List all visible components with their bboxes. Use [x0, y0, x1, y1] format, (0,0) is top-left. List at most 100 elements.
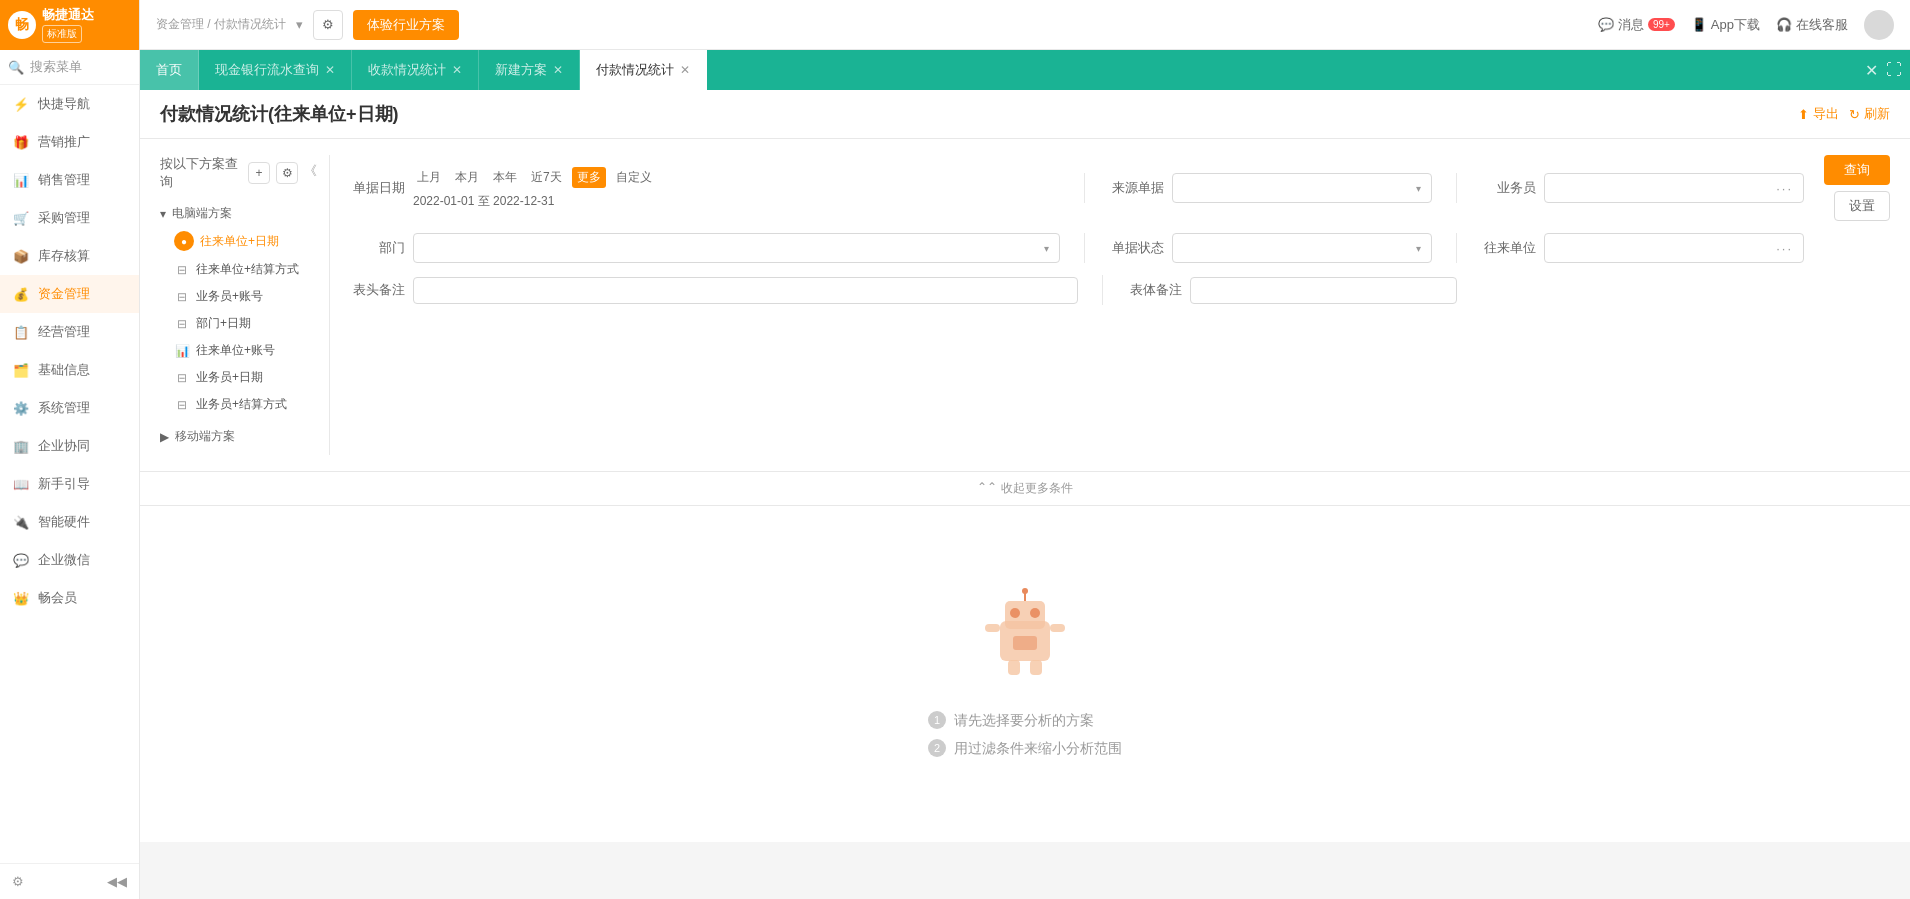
sidebar-item-member[interactable]: 👑 畅会员 [0, 579, 139, 617]
date-btn-this-month[interactable]: 本月 [451, 167, 483, 188]
scheme-settings-btn[interactable]: ⚙ [276, 162, 298, 184]
sidebar-item-purchase[interactable]: 🛒 采购管理 [0, 199, 139, 237]
refresh-button[interactable]: ↻ 刷新 [1849, 105, 1890, 123]
scheme-table-icon: ⊟ [174, 289, 190, 305]
sidebar-item-guide[interactable]: 📖 新手引导 [0, 465, 139, 503]
tab-fullscreen-btn[interactable]: ⛶ [1886, 61, 1902, 79]
app-download-item[interactable]: 📱 App下载 [1691, 16, 1760, 34]
scheme-active-icon: ● [174, 231, 194, 251]
query-button[interactable]: 查询 [1824, 155, 1890, 185]
scheme-item-label: 业务员+日期 [196, 369, 263, 386]
date-btn-more[interactable]: 更多 [572, 167, 606, 188]
empty-tip-2: 2 用过滤条件来缩小分析范围 [928, 734, 1122, 762]
export-button[interactable]: ⬆ 导出 [1798, 105, 1839, 123]
scheme-item-sales-date[interactable]: ⊟ 业务员+日期 [168, 364, 317, 391]
filter-source-select[interactable]: ▾ [1172, 173, 1432, 203]
filter-partner-label: 往来单位 [1481, 239, 1536, 257]
tab-bank-flow-label: 现金银行流水查询 [215, 61, 319, 79]
filter-header-note-input[interactable] [413, 277, 1078, 304]
sidebar-item-label: 企业协同 [38, 437, 90, 455]
filter-partner-select[interactable]: ··· [1544, 233, 1804, 263]
collapse-bar[interactable]: ⌃⌃ 收起更多条件 [140, 472, 1910, 506]
sidebar-item-system[interactable]: ⚙️ 系统管理 [0, 389, 139, 427]
sidebar-item-label: 经营管理 [38, 323, 90, 341]
scheme-item-partner-settle[interactable]: ⊟ 往来单位+结算方式 [168, 256, 317, 283]
scheme-item-label: 业务员+结算方式 [196, 396, 287, 413]
tab-close-all-btn[interactable]: ✕ [1865, 61, 1878, 80]
user-avatar[interactable] [1864, 10, 1894, 40]
scheme-header-title: 按以下方案查询 [160, 155, 248, 191]
filter-docstatus-select[interactable]: ▾ [1172, 233, 1432, 263]
scheme-group-desktop-title[interactable]: ▾ 电脑端方案 [160, 201, 317, 226]
tab-payments-close[interactable]: ✕ [680, 63, 690, 77]
tab-bar-end: ✕ ⛶ [1865, 50, 1910, 90]
footer-settings-icon[interactable]: ⚙ [12, 874, 24, 889]
search-menu[interactable]: 🔍 搜索菜单 [0, 50, 139, 85]
scheme-item-sales-settle[interactable]: ⊟ 业务员+结算方式 [168, 391, 317, 418]
sidebar-item-marketing[interactable]: 🎁 营销推广 [0, 123, 139, 161]
messages-label: 消息 [1618, 16, 1644, 34]
tab-receipts-label: 收款情况统计 [368, 61, 446, 79]
tab-new-scheme-label: 新建方案 [495, 61, 547, 79]
sidebar-item-operations[interactable]: 📋 经营管理 [0, 313, 139, 351]
sidebar-item-sales[interactable]: 📊 销售管理 [0, 161, 139, 199]
tab-receipts-close[interactable]: ✕ [452, 63, 462, 77]
sidebar-item-enterprise[interactable]: 🏢 企业协同 [0, 427, 139, 465]
scheme-list-desktop: ● 往来单位+日期 ⊟ 往来单位+结算方式 ⊟ 业务员+账号 ⊟ [160, 226, 317, 418]
sidebar-item-label: 采购管理 [38, 209, 90, 227]
settings-button[interactable]: 设置 [1834, 191, 1890, 221]
scheme-item-dept-date[interactable]: ⊟ 部门+日期 [168, 310, 317, 337]
tab-payments[interactable]: 付款情况统计 ✕ [580, 50, 707, 90]
filter-salesperson-item: 业务员 ··· [1481, 173, 1804, 203]
date-btn-last-month[interactable]: 上月 [413, 167, 445, 188]
sidebar-item-weixin[interactable]: 💬 企业微信 [0, 541, 139, 579]
messages-item[interactable]: 💬 消息 99+ [1598, 16, 1675, 34]
tab-bank-flow-close[interactable]: ✕ [325, 63, 335, 77]
search-label: 搜索菜单 [30, 58, 82, 76]
tab-bar: 首页 现金银行流水查询 ✕ 收款情况统计 ✕ 新建方案 ✕ 付款情况统计 ✕ ✕… [140, 50, 1910, 90]
tab-new-scheme-close[interactable]: ✕ [553, 63, 563, 77]
filter-sep-2 [1456, 173, 1457, 203]
filter-salesperson-select[interactable]: ··· [1544, 173, 1804, 203]
sidebar-item-label: 营销推广 [38, 133, 90, 151]
collapse-label: 收起更多条件 [1001, 480, 1073, 497]
empty-illustration [975, 586, 1075, 686]
date-btn-7days[interactable]: 近7天 [527, 167, 566, 188]
sidebar-item-label: 资金管理 [38, 285, 90, 303]
scheme-group-mobile-title[interactable]: ▶ 移动端方案 [160, 424, 317, 449]
search-icon: 🔍 [8, 60, 24, 75]
scheme-collapse-btn[interactable]: 《 [304, 162, 317, 184]
scheme-item-partner-date[interactable]: ● 往来单位+日期 [168, 226, 317, 256]
sidebar-item-inventory[interactable]: 📦 库存核算 [0, 237, 139, 275]
scheme-item-label: 往来单位+结算方式 [196, 261, 299, 278]
sidebar-item-label: 智能硬件 [38, 513, 90, 531]
tab-payments-label: 付款情况统计 [596, 61, 674, 79]
filter-dept-select[interactable]: ▾ [413, 233, 1060, 263]
tab-receipts[interactable]: 收款情况统计 ✕ [352, 50, 479, 90]
scheme-panel: 按以下方案查询 + ⚙ 《 ▾ 电脑端方案 ● 往来 [160, 155, 330, 455]
tab-home[interactable]: 首页 [140, 50, 199, 90]
refresh-icon: ↻ [1849, 107, 1860, 122]
scheme-item-partner-account[interactable]: 📊 往来单位+账号 [168, 337, 317, 364]
scheme-item-sales-account[interactable]: ⊟ 业务员+账号 [168, 283, 317, 310]
tab-bank-flow[interactable]: 现金银行流水查询 ✕ [199, 50, 352, 90]
scheme-group-desktop: ▾ 电脑端方案 ● 往来单位+日期 ⊟ 往来单位+结算方式 ⊟ [160, 201, 317, 418]
settings-btn[interactable]: ⚙ [313, 10, 343, 40]
date-btn-custom[interactable]: 自定义 [612, 167, 656, 188]
industry-scheme-button[interactable]: 体验行业方案 [353, 10, 459, 40]
filter-body-note-input[interactable] [1190, 277, 1458, 304]
system-icon: ⚙️ [12, 399, 30, 417]
sidebar-collapse-btn[interactable]: ◀◀ [107, 874, 127, 889]
sidebar-item-quick-nav[interactable]: ⚡ 快捷导航 [0, 85, 139, 123]
online-service-item[interactable]: 🎧 在线客服 [1776, 16, 1848, 34]
sidebar-item-smart[interactable]: 🔌 智能硬件 [0, 503, 139, 541]
breadcrumb-dropdown-icon[interactable]: ▾ [296, 17, 303, 32]
scheme-group-desktop-label: 电脑端方案 [172, 205, 232, 222]
sidebar-item-basic[interactable]: 🗂️ 基础信息 [0, 351, 139, 389]
tab-new-scheme[interactable]: 新建方案 ✕ [479, 50, 580, 90]
sidebar-item-capital[interactable]: 💰 资金管理 [0, 275, 139, 313]
scheme-item-label: 部门+日期 [196, 315, 251, 332]
scheme-item-label: 往来单位+账号 [196, 342, 275, 359]
scheme-add-btn[interactable]: + [248, 162, 270, 184]
date-btn-this-year[interactable]: 本年 [489, 167, 521, 188]
